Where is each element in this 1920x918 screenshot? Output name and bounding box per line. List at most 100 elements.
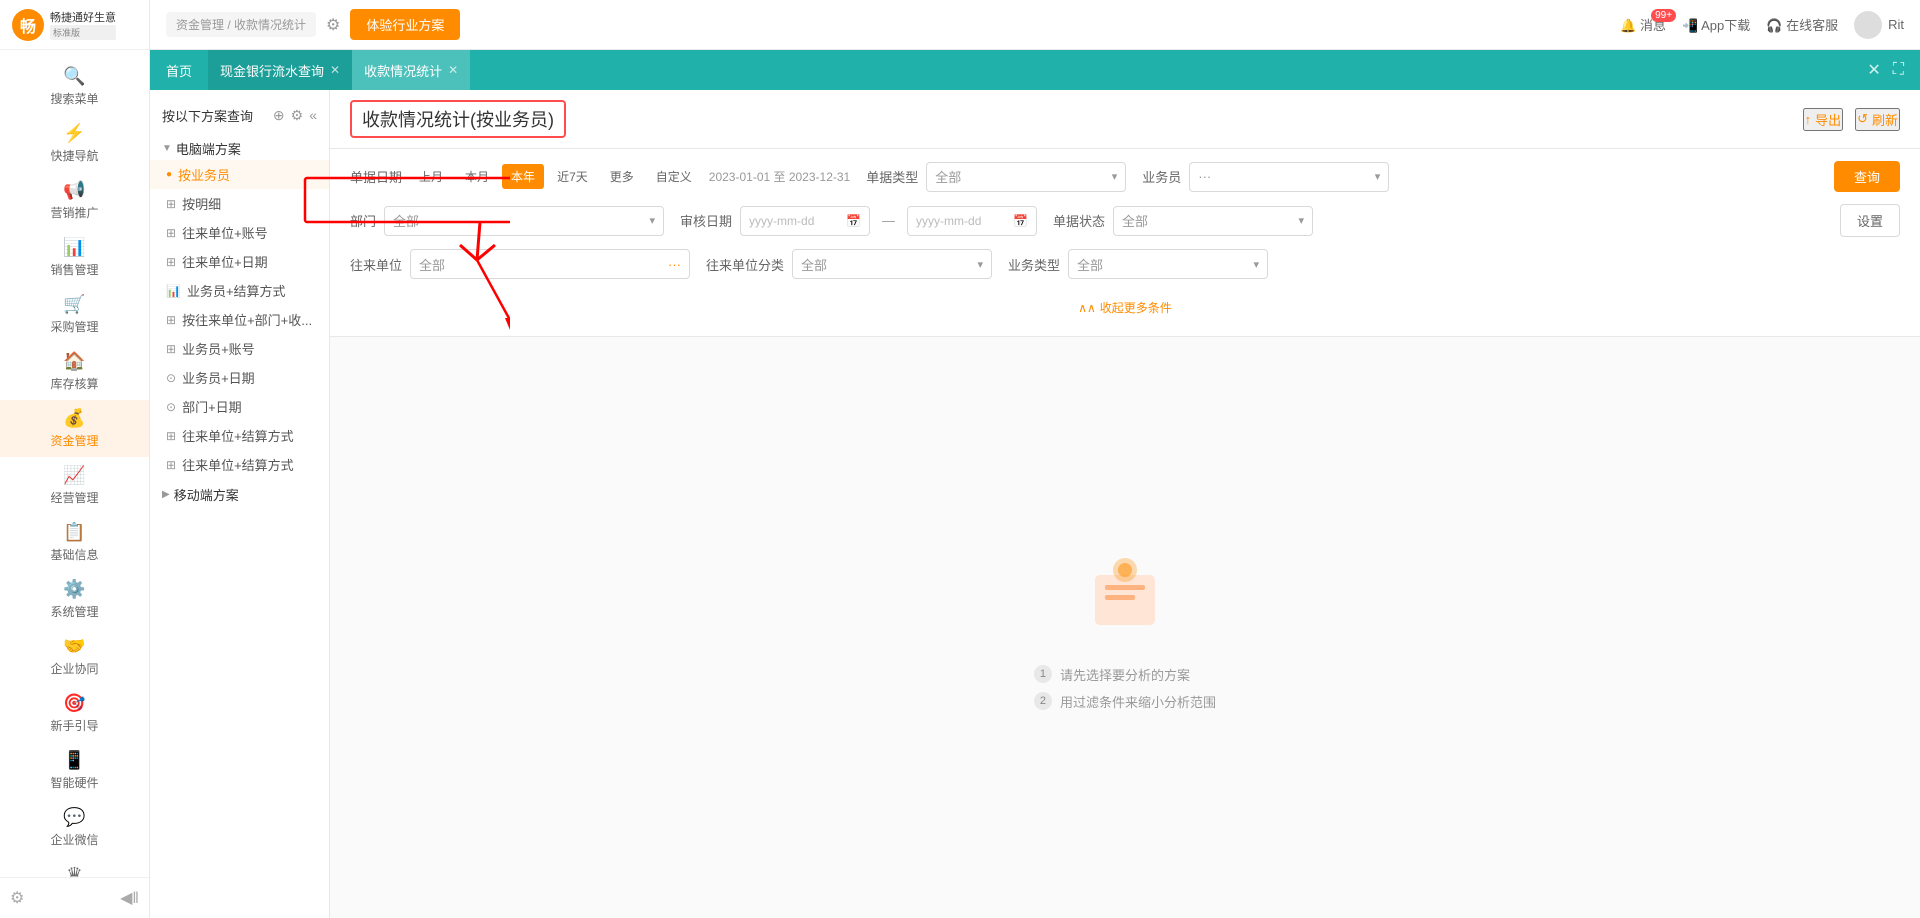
setting-btn[interactable]: 设置	[1840, 204, 1900, 237]
operation-icon: 📈	[63, 465, 85, 486]
refresh-icon: ↺	[1857, 111, 1868, 127]
search-row-3: 往来单位 全部 ··· 往来单位分类 全部 ▾	[350, 249, 1900, 279]
tab-home[interactable]: 首页	[150, 50, 208, 90]
sidebar-footer: ⚙ ◀‖	[0, 877, 149, 918]
trial-btn[interactable]: 体验行业方案	[350, 9, 460, 40]
sidebar-item-sales[interactable]: 📊 销售管理	[0, 229, 149, 286]
detail-icon: ⊞	[166, 197, 176, 211]
sidebar-item-inventory[interactable]: 🏠 库存核算	[0, 343, 149, 400]
tip-text-2: 用过滤条件来缩小分析范围	[1060, 692, 1216, 711]
tree-item-counterpart-account[interactable]: ⊞ 往来单位+账号	[150, 218, 329, 247]
sidebar-item-operation[interactable]: 📈 经营管理	[0, 457, 149, 514]
type-chevron-icon: ▾	[1112, 170, 1118, 183]
online-service-btn[interactable]: 🎧 在线客服	[1766, 15, 1838, 34]
tree-item-label-salesperson-date: 业务员+日期	[182, 368, 255, 387]
salesperson-select[interactable]: ··· ▾	[1189, 162, 1389, 192]
close-window-btn[interactable]: ✕	[1867, 60, 1880, 80]
tree-item-by-salesperson[interactable]: ● 按业务员	[150, 160, 329, 189]
marketing-icon: 📢	[63, 180, 85, 201]
user-area[interactable]: Rit	[1854, 11, 1904, 39]
collapse-panel-btn[interactable]: «	[309, 107, 317, 124]
sidebar-item-guide[interactable]: 🎯 新手引导	[0, 685, 149, 742]
tree-item-salesperson-date[interactable]: ⊙ 业务员+日期	[150, 363, 329, 392]
sidebar-item-quick-nav[interactable]: ⚡ 快捷导航	[0, 115, 149, 172]
tree-item-counterpart-settlement2[interactable]: ⊞ 往来单位+结算方式	[150, 450, 329, 479]
dept-select[interactable]: 全部 ▾	[384, 206, 664, 236]
date-dash: —	[882, 213, 895, 228]
date-pill-more[interactable]: 更多	[601, 164, 643, 189]
app-download-btn[interactable]: 📲 App下载	[1682, 15, 1750, 34]
quick-nav-icon: ⚡	[63, 123, 85, 144]
date-pill-this-year[interactable]: 本年	[502, 164, 544, 189]
date-pill-last-month[interactable]: 上月	[410, 164, 452, 189]
sidebar-item-purchase[interactable]: 🛒 采购管理	[0, 286, 149, 343]
counterpart-category-chevron-icon: ▾	[978, 258, 984, 271]
date-pill-custom[interactable]: 自定义	[647, 164, 701, 189]
sidebar-item-marketing[interactable]: 📢 营销推广	[0, 172, 149, 229]
tree-item-salesperson-settlement[interactable]: 📊 业务员+结算方式	[150, 276, 329, 305]
tab-bank-close[interactable]: ✕	[330, 63, 340, 77]
status-label: 单据状态	[1053, 211, 1105, 230]
avatar	[1854, 11, 1882, 39]
type-select[interactable]: 全部 ▾	[926, 162, 1126, 192]
sidebar-item-enterprise[interactable]: 🤝 企业协同	[0, 628, 149, 685]
tree-item-by-detail[interactable]: ⊞ 按明细	[150, 189, 329, 218]
sidebar-item-search-menu[interactable]: 🔍 搜索菜单	[0, 58, 149, 115]
sidebar-label-finance: 资金管理	[50, 432, 98, 449]
export-btn[interactable]: ↑ 导出	[1803, 108, 1844, 131]
empty-illustration	[1075, 545, 1175, 645]
tree-item-salesperson-account[interactable]: ⊞ 业务员+账号	[150, 334, 329, 363]
date-pill-this-month[interactable]: 本月	[456, 164, 498, 189]
tree-group-pc[interactable]: ▼ 电脑端方案	[150, 133, 329, 160]
sidebar-settings-btn[interactable]: ⚙	[10, 888, 24, 908]
fullscreen-btn[interactable]: ⛶	[1893, 61, 1904, 79]
tab-collection[interactable]: 收款情况统计 ✕	[352, 50, 470, 90]
sidebar-item-wechat[interactable]: 💬 企业微信	[0, 799, 149, 856]
msg-badge: 99+	[1651, 9, 1676, 22]
counterpart-select-text: 全部	[419, 255, 445, 274]
tree-item-counterpart-settlement1[interactable]: ⊞ 往来单位+结算方式	[150, 421, 329, 450]
business-type-select[interactable]: 全部 ▾	[1068, 249, 1268, 279]
collapse-bar[interactable]: ∧∧ 收起更多条件	[350, 291, 1900, 324]
sidebar-collapse-btn[interactable]: ◀‖	[120, 888, 139, 908]
tree-group-mobile[interactable]: ▶ 移动端方案	[150, 479, 329, 506]
counterpart-date-icon: ⊞	[166, 255, 176, 269]
sidebar-item-finance[interactable]: 💰 资金管理	[0, 400, 149, 457]
sidebar-label-operation: 经营管理	[50, 489, 98, 506]
search-row-2: 部门 全部 ▾ 审核日期 yyyy-mm-dd 📅 —	[350, 204, 1900, 237]
date-range-text: 2023-01-01 至 2023-12-31	[709, 168, 850, 185]
business-type-text: 全部	[1077, 255, 1103, 274]
counterpart-select[interactable]: 全部 ···	[410, 249, 690, 279]
refresh-btn[interactable]: ↺ 刷新	[1855, 108, 1900, 131]
sidebar-item-basic[interactable]: 📋 基础信息	[0, 514, 149, 571]
vip-icon: ♛	[66, 864, 82, 877]
date-pills: 上月 本月 本年 近7天 更多 自定义	[410, 164, 701, 189]
sidebar-item-vip[interactable]: ♛ 畅会员	[0, 856, 149, 877]
sidebar-label-hardware: 智能硬件	[50, 774, 98, 791]
status-select[interactable]: 全部 ▾	[1113, 206, 1313, 236]
main-area: 资金管理 / 收款情况统计 ⚙ 体验行业方案 🔔 消息 99+ 📲 App下载 …	[150, 0, 1920, 918]
hardware-icon: 📱	[63, 750, 85, 771]
audit-start-input[interactable]: yyyy-mm-dd 📅	[740, 206, 870, 236]
settings-icon[interactable]: ⚙	[326, 15, 340, 35]
page-title: 收款情况统计(按业务员)	[362, 110, 554, 130]
tree-item-dept-date[interactable]: ⊙ 部门+日期	[150, 392, 329, 421]
tab-collection-close[interactable]: ✕	[448, 63, 458, 77]
counterpart-more-icon[interactable]: ···	[668, 257, 681, 272]
date-pill-last7[interactable]: 近7天	[548, 164, 597, 189]
add-scheme-btn[interactable]: ⊕	[273, 107, 285, 124]
message-btn[interactable]: 🔔 消息 99+	[1620, 15, 1666, 34]
query-btn[interactable]: 查询	[1834, 161, 1900, 192]
tip-text-1: 请先选择要分析的方案	[1060, 665, 1190, 684]
audit-end-input[interactable]: yyyy-mm-dd 📅	[907, 206, 1037, 236]
scheme-settings-btn[interactable]: ⚙	[291, 107, 304, 124]
sidebar-item-hardware[interactable]: 📱 智能硬件	[0, 742, 149, 799]
counterpart-category-select[interactable]: 全部 ▾	[792, 249, 992, 279]
sidebar-item-system[interactable]: ⚙️ 系统管理	[0, 571, 149, 628]
tab-bank[interactable]: 现金银行流水查询 ✕	[208, 50, 352, 90]
tree-item-counterpart-date[interactable]: ⊞ 往来单位+日期	[150, 247, 329, 276]
tree-item-counterpart-dept[interactable]: ⊞ 按往来单位+部门+收...	[150, 305, 329, 334]
dept-date-icon: ⊙	[166, 400, 176, 414]
tree-item-label-counterpart-dept: 按往来单位+部门+收...	[182, 310, 312, 329]
sidebar-label-guide: 新手引导	[50, 717, 98, 734]
